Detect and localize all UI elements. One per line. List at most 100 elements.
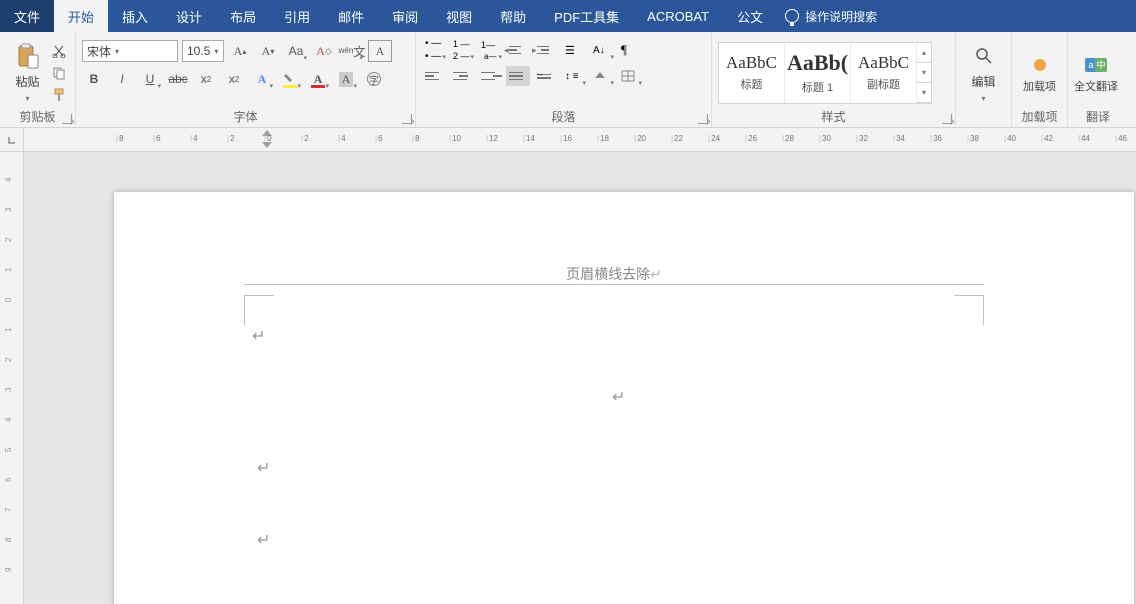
tab-help[interactable]: 帮助 (486, 0, 540, 32)
ruler-tick: 44 (1078, 134, 1090, 143)
ruler-tick: 0 (4, 298, 13, 302)
tab-file[interactable]: 文件 (0, 0, 54, 32)
style-heading1[interactable]: AaBb(标题 1 (785, 43, 851, 103)
ruler-tick: 42 (1041, 134, 1053, 143)
addins-button[interactable]: 加载项 (1018, 38, 1061, 108)
multilevel-list-button[interactable]: 1—a— (478, 40, 502, 60)
header-text[interactable]: 页眉横线去除 (566, 266, 650, 282)
tell-me-search[interactable]: 操作说明搜索 (785, 8, 877, 25)
grow-font-button[interactable]: A▴ (228, 40, 252, 62)
change-case-button[interactable]: Aa (284, 40, 308, 62)
cut-button[interactable] (49, 41, 69, 61)
paragraph-mark-icon: ↵ (252, 326, 265, 346)
phonetic-guide-button[interactable]: wén文 (340, 40, 364, 62)
character-border-button[interactable]: A (368, 40, 392, 62)
ruler-tick: 20 (634, 134, 646, 143)
ruler-tick: 10 (449, 134, 461, 143)
sort-button[interactable]: A↓ (590, 40, 614, 60)
align-center-button[interactable] (450, 66, 474, 86)
character-shading-button[interactable]: A (334, 68, 358, 90)
ruler-tick: 9 (4, 568, 13, 572)
increase-indent-button[interactable]: ▸ (534, 40, 558, 60)
tab-layout[interactable]: 布局 (216, 0, 270, 32)
paste-button[interactable]: 粘贴 ▾ (6, 38, 49, 108)
text-direction-button[interactable]: ☰ (562, 40, 586, 60)
search-label: 操作说明搜索 (805, 8, 877, 25)
style-gallery-scroll[interactable]: ▴▾▾ (917, 43, 931, 103)
align-right-button[interactable] (478, 66, 502, 86)
dialog-launcher-font[interactable] (402, 114, 412, 124)
enclose-characters-button[interactable]: 字 (362, 68, 386, 90)
font-name-combo[interactable]: 宋体▾ (82, 40, 178, 62)
tab-references[interactable]: 引用 (270, 0, 324, 32)
page-header[interactable]: 页眉横线去除↵ (244, 264, 984, 325)
ruler-tick: 2 (4, 238, 13, 242)
dialog-launcher-paragraph[interactable] (698, 114, 708, 124)
workspace: 43210123456789 页眉横线去除↵ ↵ ↵ ↵ ↵ (0, 152, 1136, 604)
dialog-launcher-styles[interactable] (942, 114, 952, 124)
group-label-font: 字体 (82, 109, 409, 127)
numbering-button[interactable]: 1 —2 — (450, 40, 474, 60)
highlight-button[interactable] (278, 68, 302, 90)
group-styles: AaBbC标题 AaBb(标题 1 AaBbC副标题 ▴▾▾ 样式 (712, 32, 956, 127)
ruler-row: 8642024681012141618202224262830323436384… (0, 128, 1136, 152)
ruler-tick: 1 (4, 268, 13, 272)
tab-mailings[interactable]: 邮件 (324, 0, 378, 32)
tab-official[interactable]: 公文 (723, 0, 777, 32)
group-translate: a中 全文翻译 翻译 (1068, 32, 1128, 127)
translate-button[interactable]: a中 全文翻译 (1074, 38, 1118, 108)
tab-selector[interactable] (0, 128, 24, 151)
underline-button[interactable]: U (138, 68, 162, 90)
line-spacing-button[interactable]: ↕ ≡ (562, 66, 586, 86)
group-label-clipboard: 剪贴板 (6, 109, 69, 127)
tab-design[interactable]: 设计 (162, 0, 216, 32)
style-gallery[interactable]: AaBbC标题 AaBb(标题 1 AaBbC副标题 ▴▾▾ (718, 42, 932, 104)
tab-pdf-tools[interactable]: PDF工具集 (540, 0, 633, 32)
format-painter-button[interactable] (49, 85, 69, 105)
group-label-paragraph: 段落 (422, 109, 705, 127)
tab-home[interactable]: 开始 (54, 0, 108, 32)
horizontal-ruler[interactable]: 8642024681012141618202224262830323436384… (24, 128, 1136, 151)
ruler-tick: 8 (4, 538, 13, 542)
group-label-styles: 样式 (718, 109, 949, 127)
document-canvas[interactable]: 页眉横线去除↵ ↵ ↵ ↵ ↵ (24, 152, 1136, 604)
text-effects-button[interactable]: A (250, 68, 274, 90)
superscript-button[interactable]: x2 (222, 68, 246, 90)
editing-button[interactable]: 编辑 ▾ (962, 38, 1005, 108)
tab-acrobat[interactable]: ACROBAT (633, 0, 723, 32)
decrease-indent-button[interactable]: ◂ (506, 40, 530, 60)
tab-view[interactable]: 视图 (432, 0, 486, 32)
paragraph-mark-icon: ↵ (650, 266, 662, 282)
margin-corner-icon (954, 295, 984, 325)
style-subtitle[interactable]: AaBbC副标题 (851, 43, 917, 103)
vertical-ruler[interactable]: 43210123456789 (0, 152, 24, 604)
font-size-combo[interactable]: 10.5▾ (182, 40, 224, 62)
bullets-button[interactable]: • —• — (422, 40, 446, 60)
ruler-tick: 12 (486, 134, 498, 143)
strikethrough-button[interactable]: abc (166, 68, 190, 90)
ruler-tick: 2 (227, 134, 235, 143)
tab-insert[interactable]: 插入 (108, 0, 162, 32)
svg-text:a: a (1088, 60, 1093, 70)
clear-formatting-button[interactable]: A◇ (312, 40, 336, 62)
dialog-launcher-clipboard[interactable] (62, 114, 72, 124)
paragraph-mark-icon: ↵ (257, 458, 270, 478)
shrink-font-button[interactable]: A▾ (256, 40, 280, 62)
copy-button[interactable] (49, 63, 69, 83)
ruler-tick: 38 (967, 134, 979, 143)
ruler-tick: 28 (782, 134, 794, 143)
tab-review[interactable]: 审阅 (378, 0, 432, 32)
shading-button[interactable] (590, 66, 614, 86)
align-left-button[interactable] (422, 66, 446, 86)
distributed-button[interactable]: ↔ (534, 66, 558, 86)
subscript-button[interactable]: x2 (194, 68, 218, 90)
ruler-tick: 22 (671, 134, 683, 143)
font-color-button[interactable]: A (306, 68, 330, 90)
bold-button[interactable]: B (82, 68, 106, 90)
show-marks-button[interactable]: ¶ (618, 40, 642, 60)
justify-button[interactable] (506, 66, 530, 86)
borders-button[interactable] (618, 66, 642, 86)
paragraph-mark-icon: ↵ (257, 530, 270, 550)
italic-button[interactable]: I (110, 68, 134, 90)
style-title[interactable]: AaBbC标题 (719, 43, 785, 103)
